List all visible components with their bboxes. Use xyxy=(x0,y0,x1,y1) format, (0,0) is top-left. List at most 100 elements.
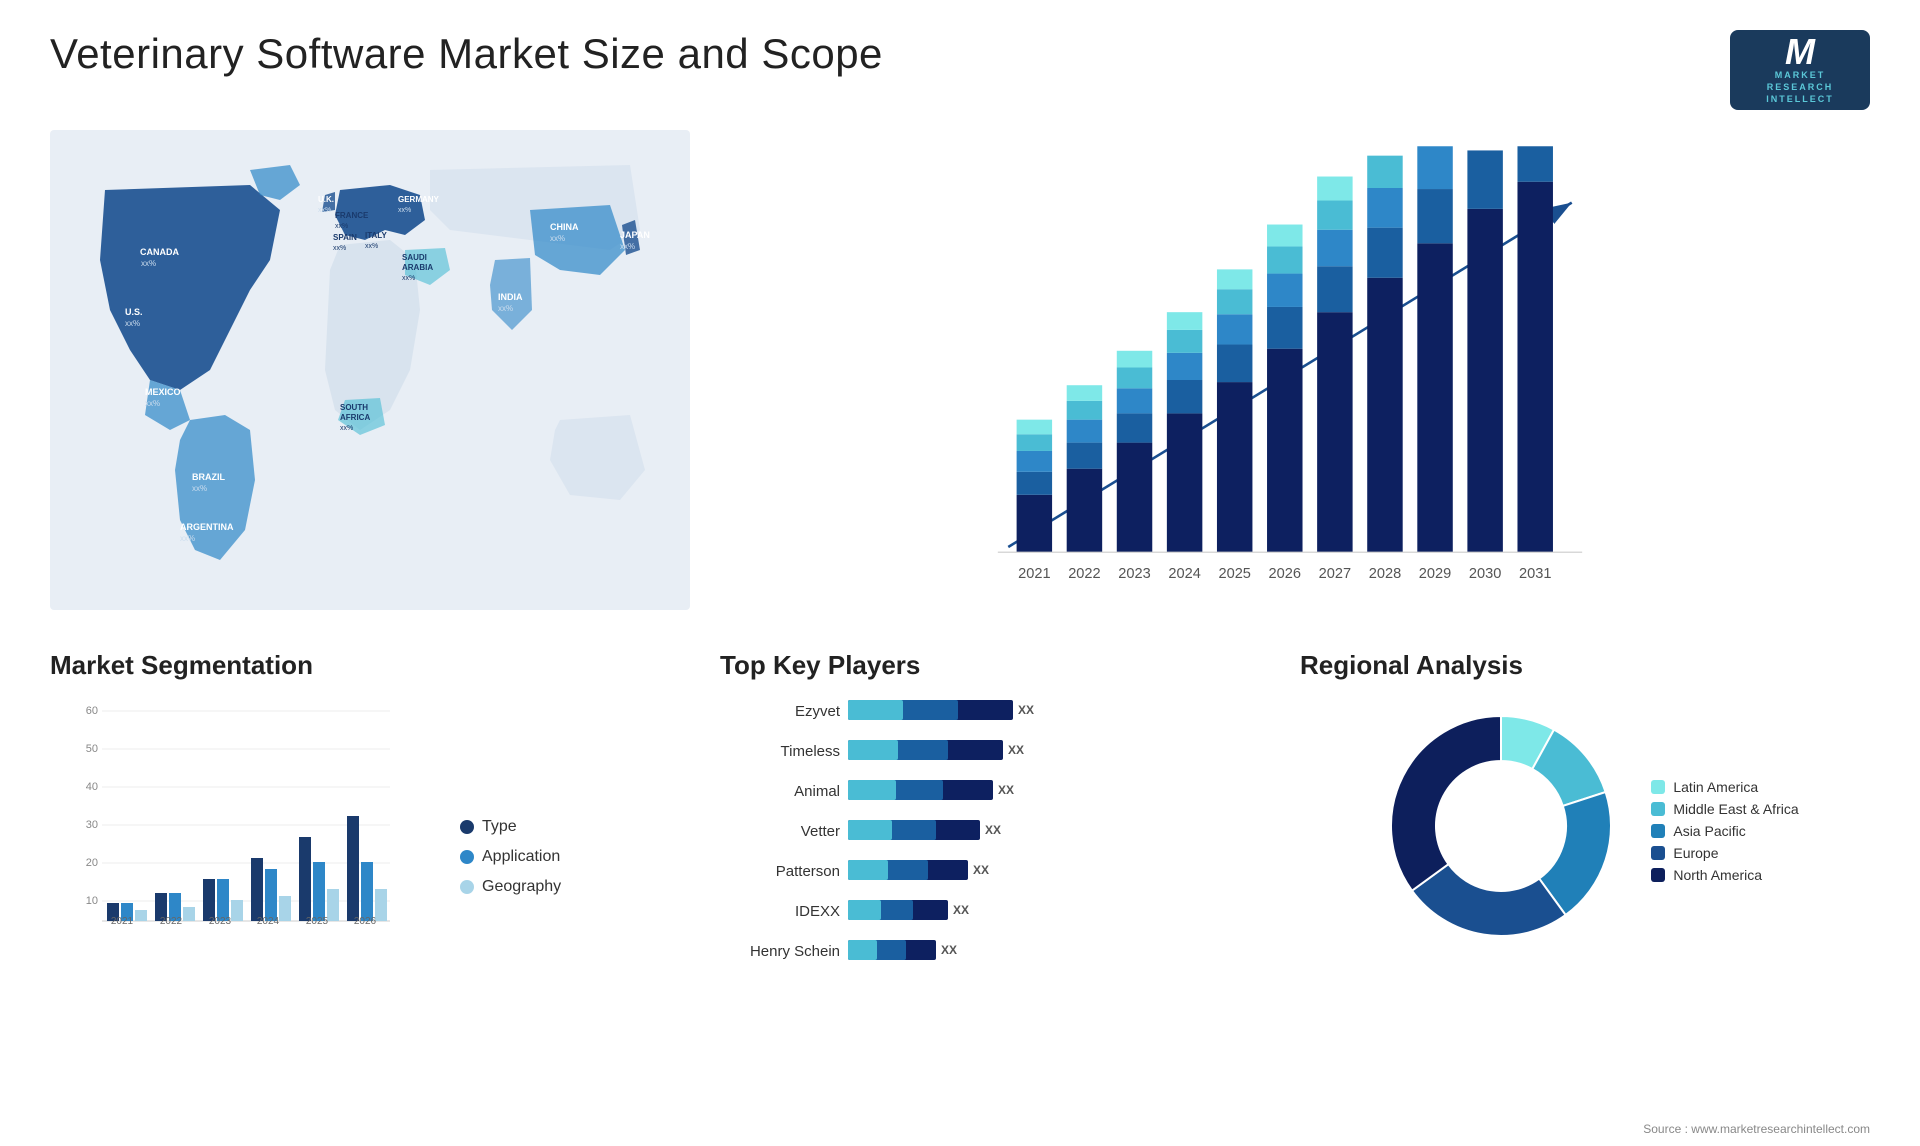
player-idexx: IDEXX XX xyxy=(720,896,1270,926)
svg-text:MEXICO: MEXICO xyxy=(145,387,181,397)
apac-label: Asia Pacific xyxy=(1673,823,1745,839)
map-section: CANADA xx% U.S. xx% MEXICO xx% BRAZIL xx… xyxy=(50,130,690,630)
page-title: Veterinary Software Market Size and Scop… xyxy=(50,30,883,78)
svg-text:xx%: xx% xyxy=(192,484,207,493)
svg-text:AFRICA: AFRICA xyxy=(340,413,370,422)
world-map: CANADA xx% U.S. xx% MEXICO xx% BRAZIL xx… xyxy=(50,130,690,610)
player-bar-animal: XX xyxy=(848,776,1270,806)
logo-text: MARKETRESEARCHINTELLECT xyxy=(1766,70,1834,105)
segmentation-chart: 60 50 40 30 20 10 xyxy=(50,696,430,926)
player-name-patterson: Patterson xyxy=(720,863,840,880)
player-bar-patterson: XX xyxy=(848,856,1270,886)
player-name-timeless: Timeless xyxy=(720,743,840,760)
svg-text:2025: 2025 xyxy=(1218,566,1250,582)
segmentation-legend: Type Application Geography xyxy=(460,818,561,926)
geography-label: Geography xyxy=(482,878,561,896)
svg-text:2031: 2031 xyxy=(1519,566,1551,582)
legend-application: Application xyxy=(460,848,561,866)
logo-letter: M xyxy=(1785,34,1815,70)
svg-text:2029: 2029 xyxy=(1419,566,1451,582)
na-dot xyxy=(1651,868,1665,882)
player-name-idexx: IDEXX xyxy=(720,903,840,920)
svg-text:2026: 2026 xyxy=(354,916,377,926)
svg-text:xx%: xx% xyxy=(145,399,160,408)
segmentation-title: Market Segmentation xyxy=(50,650,690,681)
player-patterson: Patterson XX xyxy=(720,856,1270,886)
svg-text:xx%: xx% xyxy=(141,259,156,268)
player-bar-henry: XX xyxy=(848,936,1270,966)
mea-label: Middle East & Africa xyxy=(1673,801,1798,817)
header: Veterinary Software Market Size and Scop… xyxy=(50,30,1870,110)
reg-legend-apac: Asia Pacific xyxy=(1651,823,1798,839)
growth-bar-chart: 2021 2022 2023 2024 2025 2026 2027 2028 … xyxy=(730,140,1850,620)
reg-legend-mea: Middle East & Africa xyxy=(1651,801,1798,817)
svg-text:ARABIA: ARABIA xyxy=(402,263,433,272)
svg-text:BRAZIL: BRAZIL xyxy=(192,472,225,482)
segmentation-section: Market Segmentation 60 50 40 30 20 10 xyxy=(50,650,690,1116)
source-text: Source : www.marketresearchintellect.com xyxy=(1643,1122,1870,1136)
svg-text:XX: XX xyxy=(1018,703,1034,717)
svg-text:10: 10 xyxy=(86,895,98,907)
svg-text:U.K.: U.K. xyxy=(318,195,334,204)
mea-dot xyxy=(1651,802,1665,816)
europe-label: Europe xyxy=(1673,845,1718,861)
svg-text:xx%: xx% xyxy=(402,275,415,282)
svg-text:2021: 2021 xyxy=(1018,566,1050,582)
svg-text:SAUDI: SAUDI xyxy=(402,253,427,262)
application-label: Application xyxy=(482,848,560,866)
player-bar-vetter: XX xyxy=(848,816,1270,846)
svg-text:30: 30 xyxy=(86,819,98,831)
player-name-ezyvet: Ezyvet xyxy=(720,703,840,720)
svg-text:xx%: xx% xyxy=(550,234,565,243)
svg-text:INDIA: INDIA xyxy=(498,292,523,302)
geography-dot xyxy=(460,880,474,894)
map-svg: CANADA xx% U.S. xx% MEXICO xx% BRAZIL xx… xyxy=(50,130,690,610)
svg-text:U.S.: U.S. xyxy=(125,307,143,317)
svg-text:xx%: xx% xyxy=(335,223,348,230)
svg-text:JAPAN: JAPAN xyxy=(620,230,650,240)
svg-text:xx%: xx% xyxy=(340,425,353,432)
svg-text:XX: XX xyxy=(985,823,1001,837)
bottom-right: Top Key Players Ezyvet XX xyxy=(710,650,1870,1116)
svg-text:xx%: xx% xyxy=(398,207,411,214)
reg-legend-europe: Europe xyxy=(1651,845,1798,861)
svg-text:ITALY: ITALY xyxy=(365,231,387,240)
svg-text:GERMANY: GERMANY xyxy=(398,195,440,204)
svg-text:40: 40 xyxy=(86,781,98,793)
svg-text:XX: XX xyxy=(1008,743,1024,757)
reg-legend-na: North America xyxy=(1651,867,1798,883)
player-name-animal: Animal xyxy=(720,783,840,800)
svg-text:XX: XX xyxy=(998,783,1014,797)
latin-label: Latin America xyxy=(1673,779,1758,795)
key-players-section: Top Key Players Ezyvet XX xyxy=(710,650,1280,1116)
svg-text:60: 60 xyxy=(86,705,98,717)
player-bar-timeless: XX xyxy=(848,736,1270,766)
legend-type: Type xyxy=(460,818,561,836)
player-henry: Henry Schein XX xyxy=(720,936,1270,966)
players-list: Ezyvet XX Timeless xyxy=(720,696,1270,966)
svg-text:SPAIN: SPAIN xyxy=(333,233,357,242)
na-label: North America xyxy=(1673,867,1762,883)
svg-text:2022: 2022 xyxy=(1068,566,1100,582)
svg-text:2022: 2022 xyxy=(160,916,183,926)
type-label: Type xyxy=(482,818,517,836)
player-bar-ezyvet: XX xyxy=(848,696,1270,726)
player-name-vetter: Vetter xyxy=(720,823,840,840)
player-bar-idexx: XX xyxy=(848,896,1270,926)
svg-text:xx%: xx% xyxy=(333,245,346,252)
reg-legend-latin: Latin America xyxy=(1651,779,1798,795)
logo: M MARKETRESEARCHINTELLECT xyxy=(1730,30,1870,110)
svg-text:xx%: xx% xyxy=(125,319,140,328)
svg-text:2028: 2028 xyxy=(1369,566,1401,582)
svg-text:CHINA: CHINA xyxy=(550,222,579,232)
svg-text:20: 20 xyxy=(86,857,98,869)
svg-text:xx%: xx% xyxy=(318,207,331,214)
bar-chart-section: 2021 2022 2023 2024 2025 2026 2027 2028 … xyxy=(710,130,1870,630)
player-name-henry: Henry Schein xyxy=(720,943,840,960)
svg-text:2030: 2030 xyxy=(1469,566,1501,582)
regional-title: Regional Analysis xyxy=(1300,650,1523,681)
svg-text:XX: XX xyxy=(953,903,969,917)
svg-text:XX: XX xyxy=(973,863,989,877)
svg-text:2027: 2027 xyxy=(1319,566,1351,582)
europe-dot xyxy=(1651,846,1665,860)
